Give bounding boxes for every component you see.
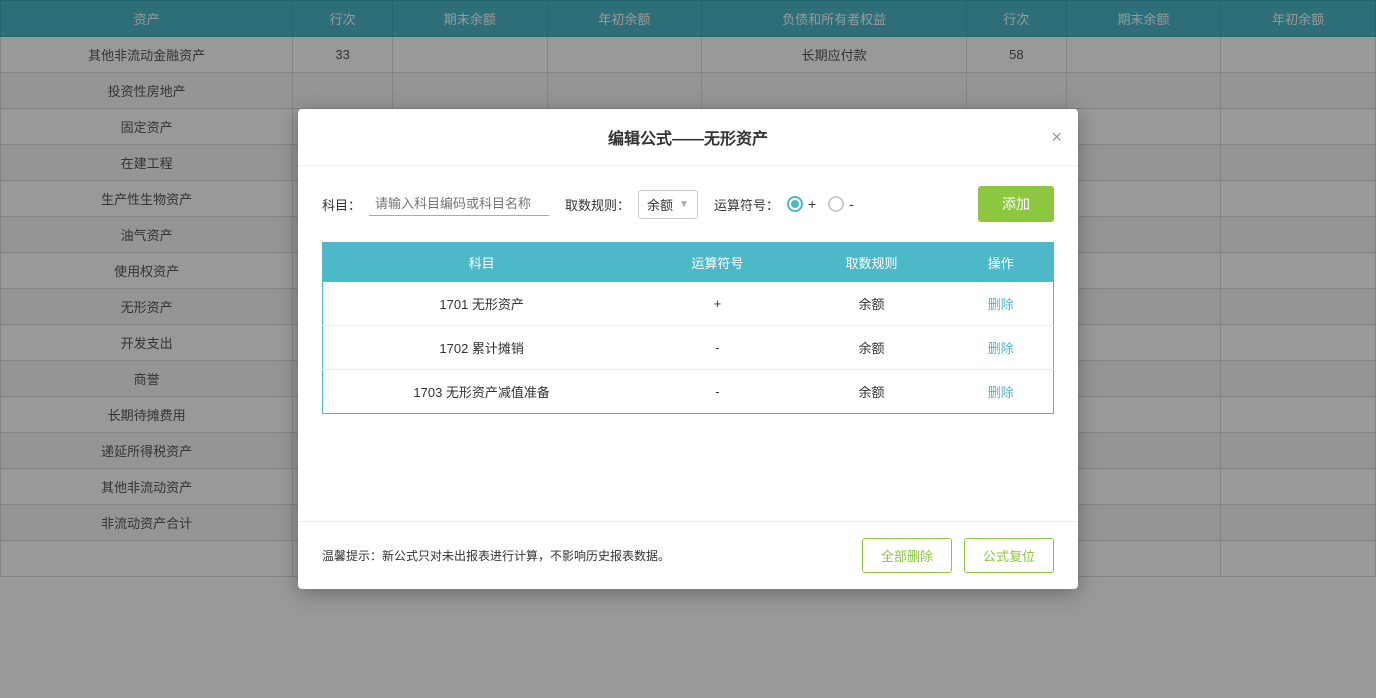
footer-buttons: 全部删除 公式复位 xyxy=(862,538,1054,573)
table-row: 1703 无形资产减值准备 - 余额 删除 xyxy=(323,370,1054,414)
col-rule: 取数规则 xyxy=(794,243,948,283)
modal-header: 编辑公式——无形资产 × xyxy=(298,109,1078,166)
delete-button-3[interactable]: 删除 xyxy=(988,385,1014,400)
tip-content: 新公式只对未出报表进行计算，不影响历史报表数据。 xyxy=(382,549,670,563)
modal-close-button[interactable]: × xyxy=(1051,128,1062,146)
row3-operator: - xyxy=(640,370,794,414)
col-subject: 科目 xyxy=(323,243,641,283)
subject-group: 科目： xyxy=(322,192,549,216)
table-row: 1702 累计摊销 - 余额 删除 xyxy=(323,326,1054,370)
operator-minus-label: - xyxy=(849,196,854,212)
tip-prefix: 温馨提示： xyxy=(322,549,382,563)
row2-operator: - xyxy=(640,326,794,370)
row1-action[interactable]: 删除 xyxy=(948,282,1053,326)
row2-action[interactable]: 删除 xyxy=(948,326,1053,370)
col-action: 操作 xyxy=(948,243,1053,283)
operator-radio-group: + - xyxy=(787,196,854,212)
operator-label: 运算符号： xyxy=(714,195,779,214)
rule-select[interactable]: 余额 ▼ xyxy=(638,190,698,219)
formula-table: 科目 运算符号 取数规则 操作 1701 无形资产 + 余额 删除 1702 累… xyxy=(322,242,1054,414)
row3-subject: 1703 无形资产减值准备 xyxy=(323,370,641,414)
operator-group: 运算符号： + - xyxy=(714,195,854,214)
row1-subject: 1701 无形资产 xyxy=(323,282,641,326)
subject-label: 科目： xyxy=(322,195,361,214)
row2-rule: 余额 xyxy=(794,326,948,370)
operator-plus-radio[interactable]: + xyxy=(787,196,816,212)
rule-group: 取数规则： 余额 ▼ xyxy=(565,190,698,219)
table-row: 1701 无形资产 + 余额 删除 xyxy=(323,282,1054,326)
delete-all-button[interactable]: 全部删除 xyxy=(862,538,952,573)
row2-subject: 1702 累计摊销 xyxy=(323,326,641,370)
modal-overlay: 编辑公式——无形资产 × 科目： 取数规则： 余额 ▼ 运 xyxy=(0,0,1376,698)
delete-button-1[interactable]: 删除 xyxy=(988,297,1014,312)
footer-tip: 温馨提示：新公式只对未出报表进行计算，不影响历史报表数据。 xyxy=(322,547,670,564)
radio-plus-icon xyxy=(787,196,803,212)
subject-input[interactable] xyxy=(369,192,549,216)
rule-select-value: 余额 xyxy=(647,195,673,214)
operator-minus-radio[interactable]: - xyxy=(828,196,854,212)
col-operator: 运算符号 xyxy=(640,243,794,283)
dropdown-arrow-icon: ▼ xyxy=(679,199,689,210)
delete-button-2[interactable]: 删除 xyxy=(988,341,1014,356)
row1-operator: + xyxy=(640,282,794,326)
radio-minus-icon xyxy=(828,196,844,212)
modal-footer: 温馨提示：新公式只对未出报表进行计算，不影响历史报表数据。 全部删除 公式复位 xyxy=(298,521,1078,589)
modal-body: 科目： 取数规则： 余额 ▼ 运算符号： + xyxy=(298,166,1078,521)
row3-rule: 余额 xyxy=(794,370,948,414)
modal-dialog: 编辑公式——无形资产 × 科目： 取数规则： 余额 ▼ 运 xyxy=(298,109,1078,589)
row3-action[interactable]: 删除 xyxy=(948,370,1053,414)
reset-formula-button[interactable]: 公式复位 xyxy=(964,538,1054,573)
rule-label: 取数规则： xyxy=(565,195,630,214)
form-row: 科目： 取数规则： 余额 ▼ 运算符号： + xyxy=(322,186,1054,222)
operator-plus-label: + xyxy=(808,196,816,212)
row1-rule: 余额 xyxy=(794,282,948,326)
modal-title: 编辑公式——无形资产 xyxy=(608,131,768,148)
add-button[interactable]: 添加 xyxy=(978,186,1054,222)
